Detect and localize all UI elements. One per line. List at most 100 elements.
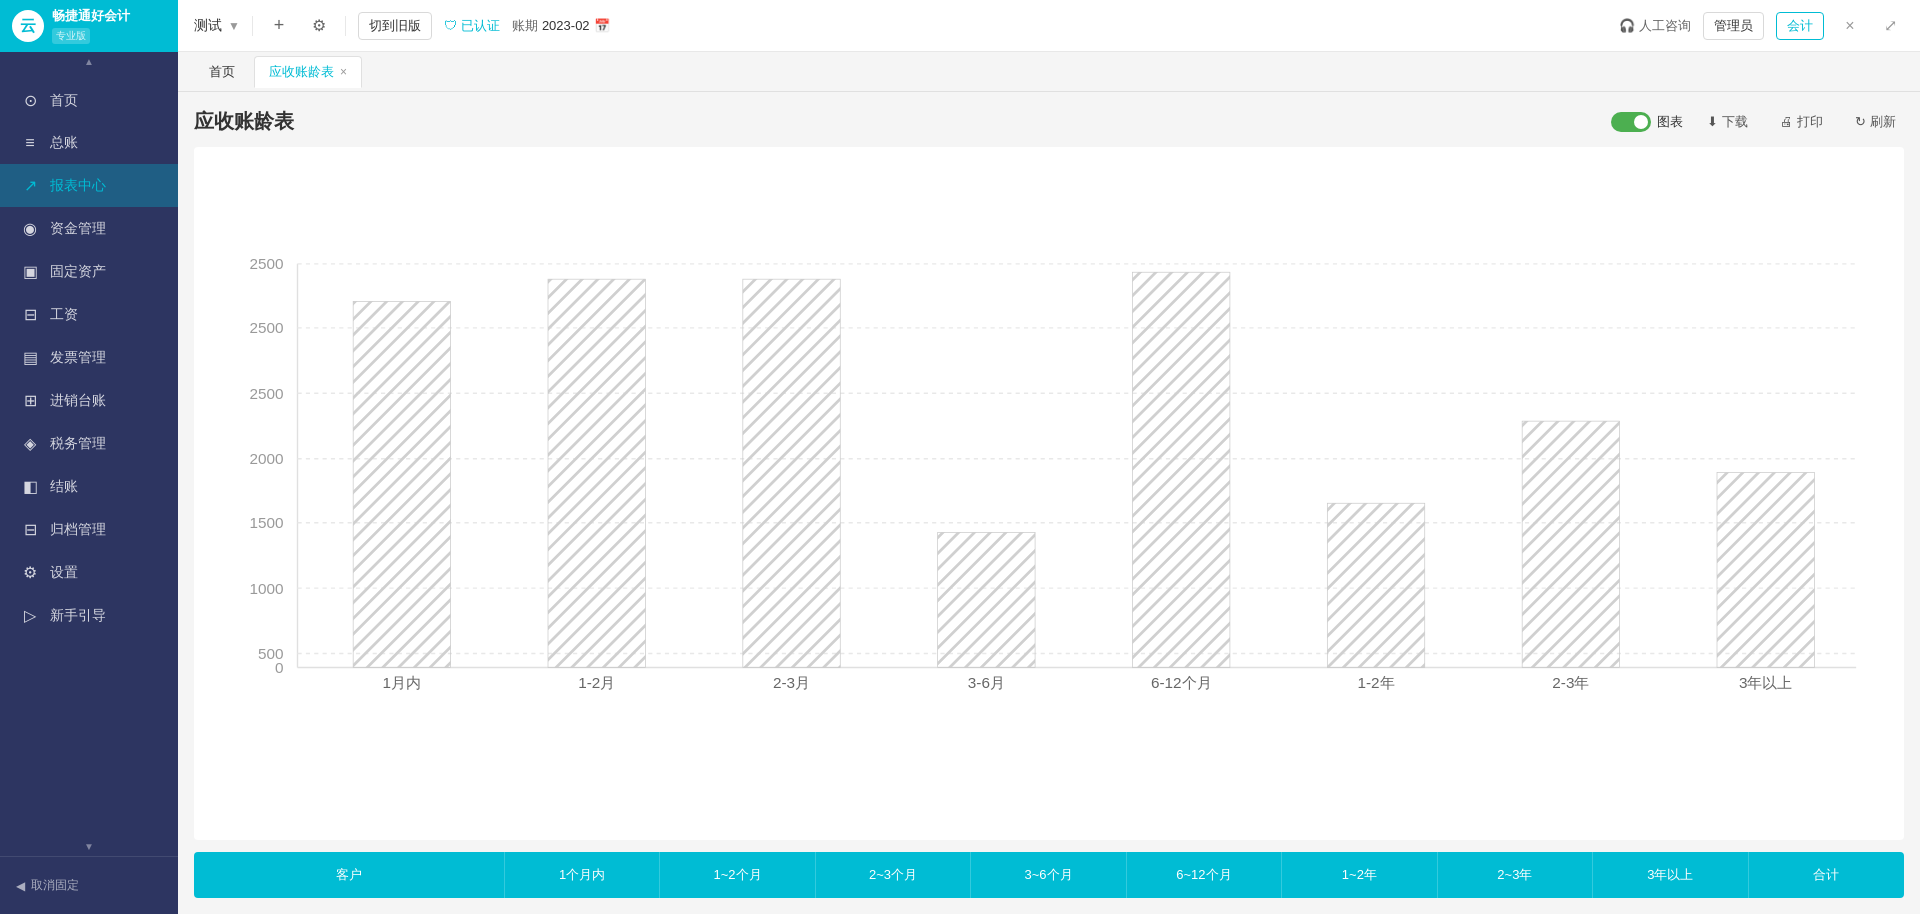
add-company-button[interactable]: + [265,12,293,40]
bar-3年以上 [1717,473,1814,668]
invoice-icon: ▤ [20,348,40,367]
sidebar-bottom: ◀ 取消固定 [0,856,178,914]
report-icon: ↗ [20,176,40,195]
topbar-close-button[interactable]: × [1836,12,1864,40]
topbar-settings-button[interactable]: ⚙ [305,12,333,40]
topbar-right: 🎧 人工咨询 管理员 会计 × ⤢ [1619,12,1904,40]
project-selector[interactable]: 测试 ▼ [194,17,240,35]
sidebar-item-home[interactable]: ⊙ 首页 [0,79,178,122]
sidebar-item-label: 资金管理 [50,220,106,238]
download-button[interactable]: ⬇ 下载 [1699,109,1756,135]
period-selector[interactable]: 账期 2023-02 📅 [512,17,610,35]
sidebar-nav: ⊙ 首页 ≡ 总账 ↗ 报表中心 ◉ 资金管理 ▣ 固定资产 ⊟ 工资 ▤ 发票… [0,71,178,837]
sidebar-item-label: 税务管理 [50,435,106,453]
topbar-divider-1 [252,16,253,36]
sidebar-item-salary[interactable]: ⊟ 工资 [0,293,178,336]
fund-icon: ◉ [20,219,40,238]
sidebar-item-label: 结账 [50,478,78,496]
svg-text:2500: 2500 [250,385,284,402]
sidebar-item-trade[interactable]: ⊞ 进销台账 [0,379,178,422]
table-col-2-3m: 2~3个月 [816,852,971,898]
tab-close-icon[interactable]: × [340,66,347,78]
topbar-expand-button[interactable]: ⤢ [1876,12,1904,40]
cancel-fixed-button[interactable]: ◀ 取消固定 [0,867,178,904]
legacy-version-button[interactable]: 切到旧版 [358,12,432,40]
svg-text:2500: 2500 [250,255,284,272]
bar-1月内 [353,301,450,667]
download-icon: ⬇ [1707,114,1718,129]
sidebar-item-label: 归档管理 [50,521,106,539]
table-col-2-3y: 2~3年 [1438,852,1593,898]
chart-toggle-container: 图表 [1611,112,1683,132]
svg-text:0: 0 [275,659,284,676]
tab-bar: 首页 应收账龄表 × [178,52,1920,92]
sidebar-item-label: 设置 [50,564,78,582]
svg-text:2500: 2500 [250,319,284,336]
svg-text:2-3年: 2-3年 [1552,674,1589,691]
chart-toggle[interactable] [1611,112,1651,132]
refresh-icon: ↻ [1855,114,1866,129]
table-col-6-12m: 6~12个月 [1127,852,1282,898]
page-actions: 图表 ⬇ 下载 🖨 打印 ↻ 刷新 [1611,109,1904,135]
sidebar-item-report[interactable]: ↗ 报表中心 [0,164,178,207]
table-col-3-6m: 3~6个月 [971,852,1126,898]
sidebar-item-close[interactable]: ◧ 结账 [0,465,178,508]
sidebar-item-tax[interactable]: ◈ 税务管理 [0,422,178,465]
chevron-down-icon: ▼ [228,19,240,33]
sidebar-item-fund[interactable]: ◉ 资金管理 [0,207,178,250]
topbar: 测试 ▼ + ⚙ 切到旧版 🛡 已认证 账期 2023-02 📅 🎧 人工咨询 [178,0,1920,52]
sidebar-item-label: 报表中心 [50,177,106,195]
topbar-divider-2 [345,16,346,36]
sidebar-item-settings[interactable]: ⚙ 设置 [0,551,178,594]
sidebar-item-asset[interactable]: ▣ 固定资产 [0,250,178,293]
bar-2-3年 [1522,421,1619,667]
table-col-3y-plus: 3年以上 [1593,852,1748,898]
page-header: 应收账龄表 图表 ⬇ 下载 🖨 打印 ↻ 刷新 [194,108,1904,135]
table-col-customer: 客户 [194,852,505,898]
scroll-down-indicator: ▼ [0,837,178,856]
home-icon: ⊙ [20,91,40,110]
ledger-icon: ≡ [20,134,40,152]
tab-home-label: 首页 [209,63,235,81]
chart-toggle-label: 图表 [1657,113,1683,131]
sidebar-item-label: 固定资产 [50,263,106,281]
page-title: 应收账龄表 [194,108,294,135]
salary-icon: ⊟ [20,305,40,324]
table-col-1m: 1个月内 [505,852,660,898]
scroll-up-indicator: ▲ [0,52,178,71]
pin-icon: ◀ [16,879,25,893]
svg-text:1-2月: 1-2月 [578,674,615,691]
sidebar-item-label: 进销台账 [50,392,106,410]
bar-2-3月 [743,279,840,667]
tab-home[interactable]: 首页 [194,56,250,88]
role-button[interactable]: 会计 [1776,12,1824,40]
sidebar-item-archive[interactable]: ⊟ 归档管理 [0,508,178,551]
svg-text:1500: 1500 [250,514,284,531]
svg-text:6-12个月: 6-12个月 [1151,674,1212,691]
manager-button[interactable]: 管理员 [1703,12,1764,40]
tab-aging[interactable]: 应收账龄表 × [254,56,362,88]
plus-icon: + [274,15,285,36]
bar-6-12月 [1133,272,1230,667]
sidebar-item-guide[interactable]: ▷ 新手引导 [0,594,178,637]
period-label: 账期 [512,17,538,35]
print-icon: 🖨 [1780,114,1793,129]
table-col-1-2m: 1~2个月 [660,852,815,898]
svg-text:2-3月: 2-3月 [773,674,810,691]
sidebar-item-ledger[interactable]: ≡ 总账 [0,122,178,164]
trade-icon: ⊞ [20,391,40,410]
settings-icon: ⚙ [20,563,40,582]
svg-text:1-2年: 1-2年 [1357,674,1394,691]
tab-aging-label: 应收账龄表 [269,63,334,81]
print-button[interactable]: 🖨 打印 [1772,109,1831,135]
expand-icon: ⤢ [1884,16,1897,35]
refresh-button[interactable]: ↻ 刷新 [1847,109,1904,135]
close-accounts-icon: ◧ [20,477,40,496]
project-name: 测试 [194,17,222,35]
shield-icon: 🛡 [444,18,457,33]
certified-badge: 🛡 已认证 [444,17,500,35]
sidebar-item-label: 新手引导 [50,607,106,625]
sidebar-item-invoice[interactable]: ▤ 发票管理 [0,336,178,379]
consult-button[interactable]: 🎧 人工咨询 [1619,17,1691,35]
bar-1-2年 [1327,503,1424,667]
